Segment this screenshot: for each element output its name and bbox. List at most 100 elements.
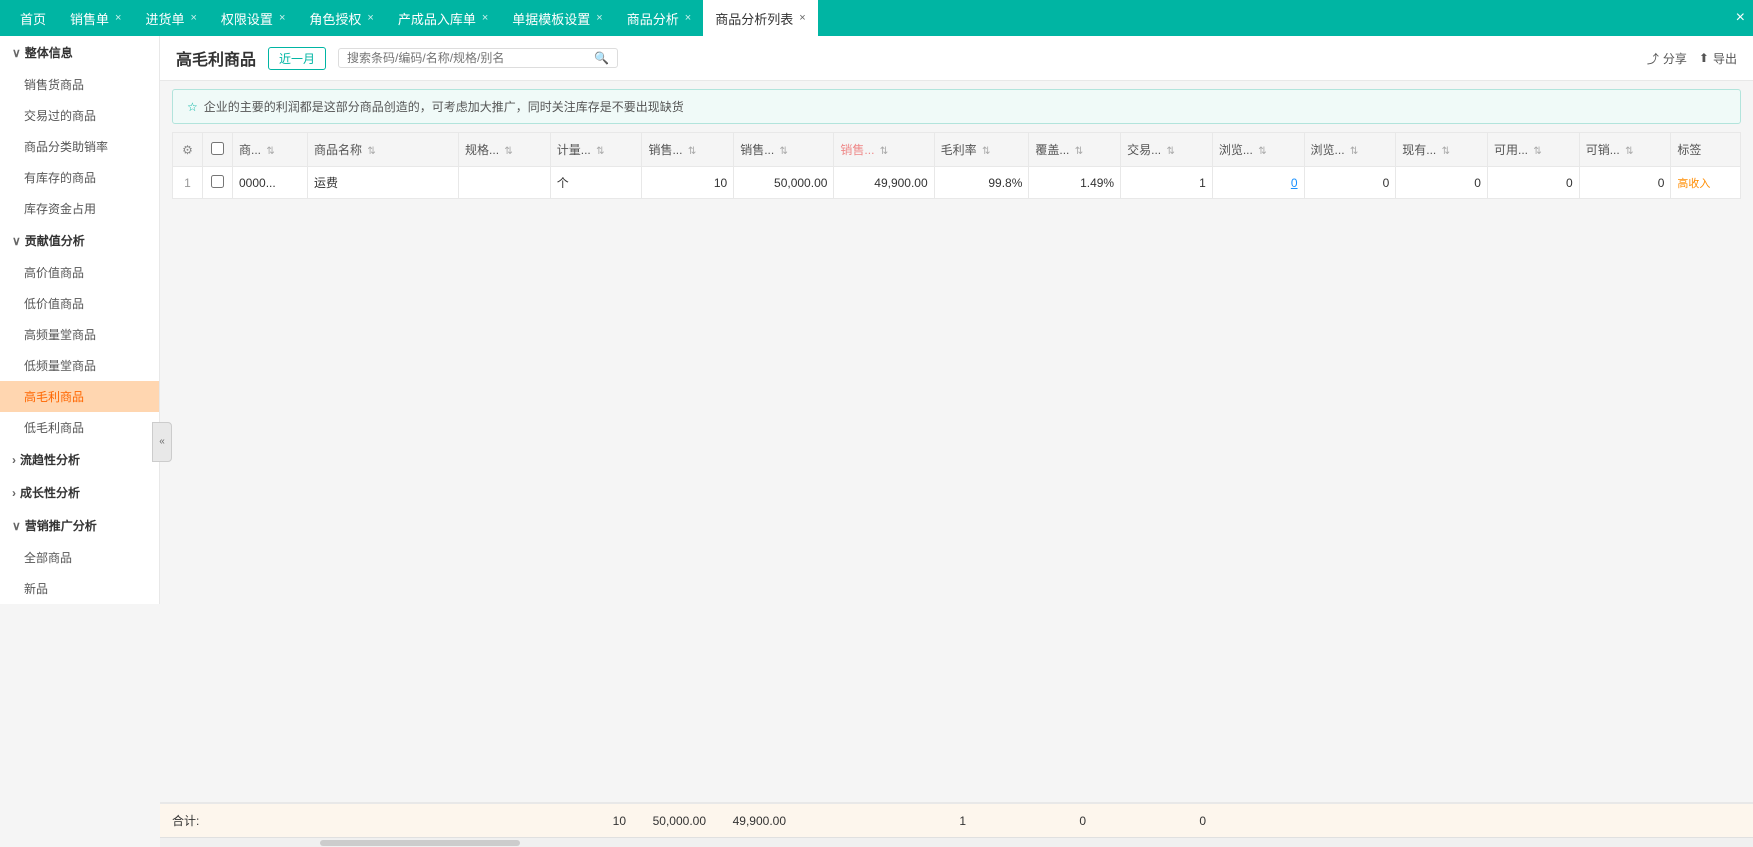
sort-icon-sales-cost[interactable]: ⇅ — [880, 146, 888, 157]
sidebar-group-overall-items: 销售货商品 交易过的商品 商品分类助销率 有库存的商品 库存资金占用 — [0, 69, 159, 224]
sidebar-item-inventory-share[interactable]: 库存资金占用 — [0, 193, 159, 224]
tab-analysis-list-close[interactable]: × — [799, 12, 805, 24]
row-browse1[interactable]: 0 — [1212, 167, 1304, 199]
tab-role[interactable]: 角色授权 × — [297, 0, 385, 36]
search-box[interactable]: 🔍 — [338, 48, 618, 68]
row-coverage: 1.49% — [1029, 167, 1121, 199]
sort-icon-sales-qty[interactable]: ⇅ — [688, 146, 696, 157]
sidebar-group-overall[interactable]: ∨ 整体信息 — [0, 36, 159, 69]
sidebar-wrapper: ∨ 整体信息 销售货商品 交易过的商品 商品分类助销率 有库存的商品 库存资金占… — [0, 36, 160, 847]
scrollbar-thumb[interactable] — [320, 840, 520, 846]
sort-icon-code[interactable]: ⇅ — [266, 146, 274, 157]
col-unit[interactable]: 计量... ⇅ — [550, 133, 642, 167]
col-sales-cost[interactable]: 销售... ⇅ — [834, 133, 934, 167]
arrow-icon: ∨ — [12, 46, 21, 60]
tab-template[interactable]: 单据模板设置 × — [500, 0, 614, 36]
tab-product-entry[interactable]: 产成品入库单 × — [386, 0, 500, 36]
row-sales-amount: 50,000.00 — [734, 167, 834, 199]
sort-icon-sellable[interactable]: ⇅ — [1625, 146, 1633, 157]
tab-sales[interactable]: 销售单 × — [58, 0, 133, 36]
tab-purchase-close[interactable]: × — [190, 12, 196, 24]
col-gross-rate[interactable]: 毛利率 ⇅ — [934, 133, 1029, 167]
col-browse1[interactable]: 浏览... ⇅ — [1212, 133, 1304, 167]
sort-icon-coverage[interactable]: ⇅ — [1075, 146, 1083, 157]
sidebar-item-high-price[interactable]: 高价值商品 — [0, 257, 159, 288]
sort-icon-browse1[interactable]: ⇅ — [1258, 146, 1266, 157]
sidebar-group-wealth[interactable]: ∨ 贡献值分析 — [0, 224, 159, 257]
sort-icon-gross-rate[interactable]: ⇅ — [982, 146, 990, 157]
sidebar-item-new-goods[interactable]: 新品 — [0, 573, 159, 604]
content-header: 高毛利商品 近一月 🔍 ⤴ 分享 ⬆ 导出 — [160, 36, 1753, 81]
col-coverage[interactable]: 覆盖... ⇅ — [1029, 133, 1121, 167]
col-sellable[interactable]: 可销... ⇅ — [1579, 133, 1671, 167]
tab-home[interactable]: 首页 — [8, 0, 58, 36]
sidebar-group-growth[interactable]: › 成长性分析 — [0, 476, 159, 509]
tab-product-entry-close[interactable]: × — [482, 12, 488, 24]
footer-cells: 10 50,000.00 49,900.00 1 0 0 — [292, 814, 1272, 828]
tab-purchase[interactable]: 进货单 × — [133, 0, 208, 36]
tab-permission[interactable]: 权限设置 × — [209, 0, 297, 36]
export-button[interactable]: ⬆ 导出 — [1699, 50, 1737, 67]
search-input[interactable] — [347, 51, 594, 65]
sort-icon-trade-count[interactable]: ⇅ — [1166, 146, 1174, 157]
sort-icon-spec[interactable]: ⇅ — [504, 146, 512, 157]
row-trade-count: 1 — [1121, 167, 1213, 199]
row-index: 1 — [173, 167, 203, 199]
sidebar-item-sales-goods[interactable]: 销售货商品 — [0, 69, 159, 100]
share-button[interactable]: ⤴ 分享 — [1647, 50, 1687, 67]
col-tag[interactable]: 标签 — [1671, 133, 1741, 167]
sort-icon-browse2[interactable]: ⇅ — [1350, 146, 1358, 157]
row-checkbox-cell[interactable] — [203, 167, 233, 199]
tab-analysis[interactable]: 商品分析 × — [615, 0, 703, 36]
row-available: 0 — [1487, 167, 1579, 199]
col-sales-qty[interactable]: 销售... ⇅ — [642, 133, 734, 167]
footer-spacer5 — [792, 814, 852, 828]
tab-permission-close[interactable]: × — [279, 12, 285, 24]
sidebar-item-high-freq[interactable]: 高频量堂商品 — [0, 319, 159, 350]
sidebar-item-goods-inventory[interactable]: 有库存的商品 — [0, 162, 159, 193]
col-current-stock[interactable]: 现有... ⇅ — [1396, 133, 1488, 167]
sort-icon-available[interactable]: ⇅ — [1533, 146, 1541, 157]
row-unit: 个 — [550, 167, 642, 199]
footer-spacer4 — [512, 814, 572, 828]
settings-icon[interactable]: ⚙ — [182, 143, 193, 157]
sidebar-group-marketing[interactable]: ∨ 营销推广分析 — [0, 509, 159, 542]
sidebar-item-all-goods[interactable]: 全部商品 — [0, 542, 159, 573]
tab-sales-close[interactable]: × — [115, 12, 121, 24]
close-all-button[interactable]: × — [1736, 9, 1745, 27]
horizontal-scrollbar[interactable] — [160, 837, 1753, 847]
tab-template-close[interactable]: × — [596, 12, 602, 24]
top-navigation: 首页 销售单 × 进货单 × 权限设置 × 角色授权 × 产成品入库单 × 单据… — [0, 0, 1753, 36]
tab-analysis-list[interactable]: 商品分析列表 × — [703, 0, 817, 36]
data-table: ⚙ 商... ⇅ 商品名称 ⇅ — [172, 132, 1741, 199]
export-icon: ⬆ — [1699, 51, 1709, 65]
sidebar-item-traded-goods[interactable]: 交易过的商品 — [0, 100, 159, 131]
col-spec[interactable]: 规格... ⇅ — [459, 133, 551, 167]
tab-role-close[interactable]: × — [367, 12, 373, 24]
sidebar-collapse-button[interactable]: « — [152, 422, 172, 462]
col-code[interactable]: 商... ⇅ — [233, 133, 308, 167]
col-name[interactable]: 商品名称 ⇅ — [308, 133, 459, 167]
filter-recent-month-button[interactable]: 近一月 — [268, 47, 326, 70]
sidebar-item-low-price[interactable]: 低价值商品 — [0, 288, 159, 319]
sidebar-item-goods-assist[interactable]: 商品分类助销率 — [0, 131, 159, 162]
search-icon[interactable]: 🔍 — [594, 51, 609, 65]
row-checkbox[interactable] — [211, 175, 224, 188]
sidebar-item-low-freq[interactable]: 低频量堂商品 — [0, 350, 159, 381]
sort-icon-name[interactable]: ⇅ — [367, 146, 375, 157]
col-trade-count[interactable]: 交易... ⇅ — [1121, 133, 1213, 167]
select-all-checkbox[interactable] — [211, 142, 224, 155]
col-checkbox[interactable] — [203, 133, 233, 167]
tab-analysis-close[interactable]: × — [685, 12, 691, 24]
col-available[interactable]: 可用... ⇅ — [1487, 133, 1579, 167]
sidebar-item-low-profit[interactable]: 低毛利商品 — [0, 412, 159, 443]
sort-icon-unit[interactable]: ⇅ — [596, 146, 604, 157]
col-settings[interactable]: ⚙ — [173, 133, 203, 167]
col-sales-amount[interactable]: 销售... ⇅ — [734, 133, 834, 167]
sidebar-group-trend[interactable]: › 流趋性分析 — [0, 443, 159, 476]
sort-icon-current-stock[interactable]: ⇅ — [1442, 146, 1450, 157]
col-browse2[interactable]: 浏览... ⇅ — [1304, 133, 1396, 167]
sort-icon-sales-amount[interactable]: ⇅ — [780, 146, 788, 157]
sidebar-item-high-profit[interactable]: 高毛利商品 — [0, 381, 159, 412]
row-name: 运费 — [308, 167, 459, 199]
